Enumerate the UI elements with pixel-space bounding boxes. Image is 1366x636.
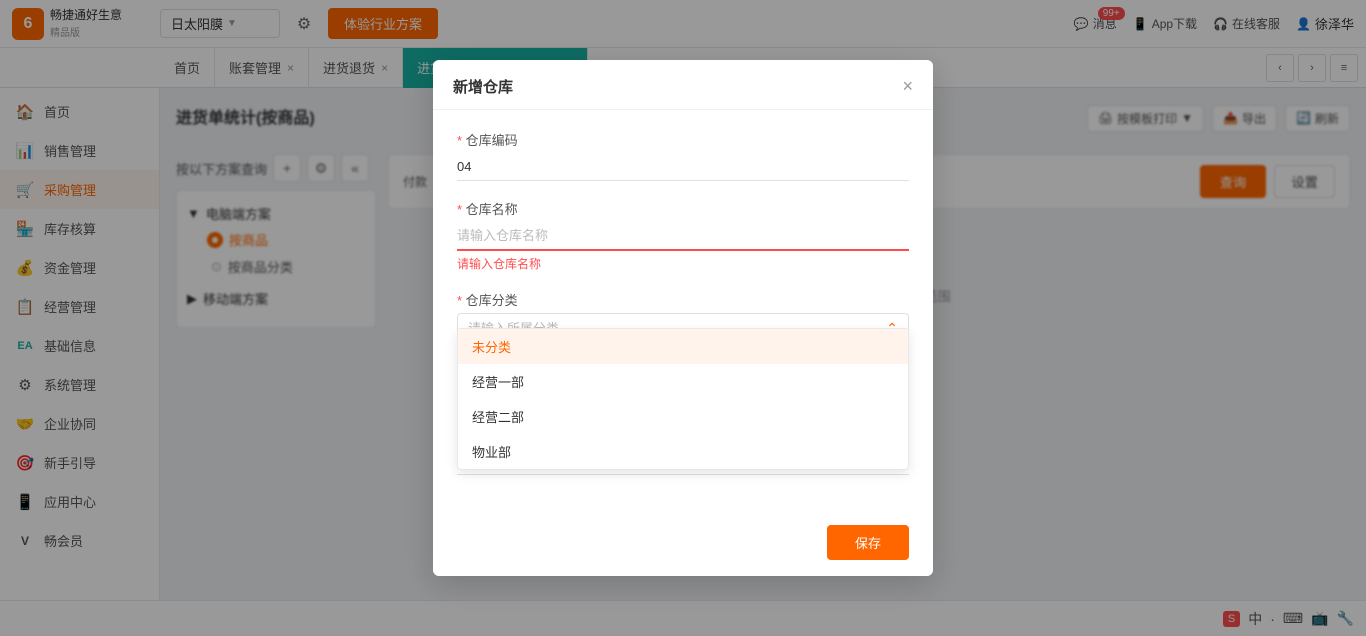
save-button[interactable]: 保存 (827, 525, 909, 560)
name-label: 仓库名称 (457, 199, 909, 218)
code-label: 仓库编码 (457, 130, 909, 149)
dropdown-item-uncategorized[interactable]: 未分类 (458, 329, 908, 364)
form-row-name: 仓库名称 请输入仓库名称 (457, 199, 909, 272)
category-label: 仓库分类 (457, 290, 909, 309)
name-input[interactable] (457, 222, 909, 251)
form-row-category: 仓库分类 ⌃ 未分类 经营一部 经营二部 物业部 (457, 290, 909, 344)
modal-overlay[interactable]: 新增仓库 × 仓库编码 仓库名称 请输入仓库名称 仓库分类 ⌃ (0, 0, 1366, 636)
modal-footer: 保存 (433, 513, 933, 576)
modal-header: 新增仓库 × (433, 60, 933, 110)
name-error-text: 请输入仓库名称 (457, 255, 909, 272)
dropdown-item-dept1[interactable]: 经营一部 (458, 364, 908, 399)
modal-title: 新增仓库 (453, 76, 513, 97)
category-dropdown: 未分类 经营一部 经营二部 物业部 (457, 328, 909, 470)
form-row-code: 仓库编码 (457, 130, 909, 181)
modal-close-button[interactable]: × (902, 76, 913, 97)
modal-body: 仓库编码 仓库名称 请输入仓库名称 仓库分类 ⌃ 未分类 经营一部 (433, 110, 933, 513)
code-input[interactable] (457, 153, 909, 181)
dropdown-item-dept2[interactable]: 经营二部 (458, 399, 908, 434)
dropdown-item-dept3[interactable]: 物业部 (458, 434, 908, 469)
new-warehouse-modal: 新增仓库 × 仓库编码 仓库名称 请输入仓库名称 仓库分类 ⌃ (433, 60, 933, 576)
